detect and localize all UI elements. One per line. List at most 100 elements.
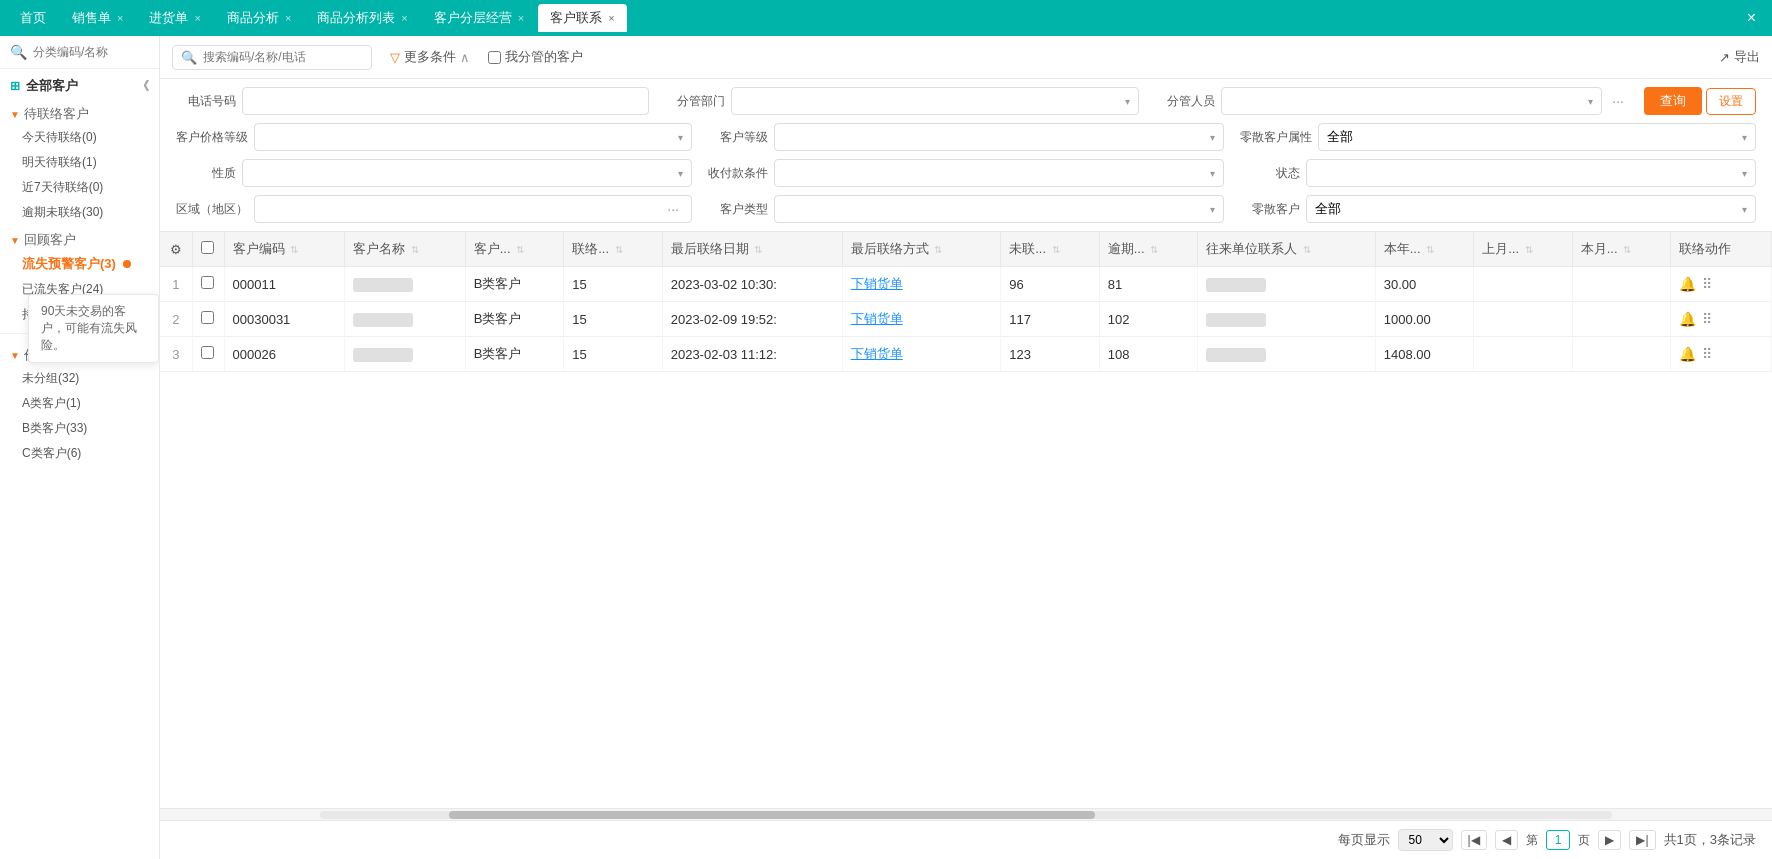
filter-sparse-select[interactable]: 全部 ▾ (1306, 195, 1756, 223)
tab-product-list[interactable]: 商品分析列表 × (305, 4, 419, 32)
th-code[interactable]: 客户编码 ⇅ (224, 232, 345, 267)
th-type[interactable]: 客户... ⇅ (465, 232, 563, 267)
last-page-btn[interactable]: ▶| (1629, 830, 1655, 850)
next-page-btn[interactable]: ▶ (1598, 830, 1621, 850)
page-label: 第 (1526, 832, 1538, 849)
th-checkbox[interactable] (192, 232, 224, 267)
cell-type: B类客户 (465, 337, 563, 372)
tab-sales-close[interactable]: × (117, 12, 123, 24)
th-last-date[interactable]: 最后联络日期 ⇅ (662, 232, 842, 267)
chevron-down-icon-8: ▾ (1742, 168, 1747, 179)
tab-product-list-close[interactable]: × (401, 12, 407, 24)
filter-status-select[interactable]: ▾ (1306, 159, 1756, 187)
more-conditions-btn[interactable]: ▽ 更多条件 ∧ (382, 44, 478, 70)
sidebar-item-c-class[interactable]: C类客户(6) (0, 441, 159, 466)
th-last-method[interactable]: 最后联络方式 ⇅ (842, 232, 1001, 267)
first-page-btn[interactable]: |◀ (1461, 830, 1487, 850)
filter-person-select[interactable]: ▾ (1221, 87, 1603, 115)
horizontal-scrollbar[interactable] (160, 808, 1772, 820)
th-contact-person[interactable]: 往来单位联系人 ⇅ (1198, 232, 1376, 267)
filter-level-select[interactable]: ▾ (774, 123, 1224, 151)
tab-product-analysis-close[interactable]: × (285, 12, 291, 24)
filter-field-sparse: 零散客户 全部 ▾ (1240, 195, 1756, 223)
select-all-checkbox[interactable] (201, 241, 214, 254)
filter-nature-select[interactable]: ▾ (242, 159, 692, 187)
triangle-icon: ▼ (10, 109, 20, 120)
cell-checkbox[interactable] (192, 337, 224, 372)
filter-sparse-attr-select[interactable]: 全部 ▾ (1318, 123, 1756, 151)
settings-button[interactable]: 设置 (1706, 88, 1756, 115)
cell-checkbox[interactable] (192, 267, 224, 302)
sidebar-item-overdue[interactable]: 逾期未联络(30) (0, 200, 159, 225)
dots-btn-region[interactable]: ··· (663, 201, 683, 217)
tab-home[interactable]: 首页 (8, 4, 58, 32)
more-actions-icon[interactable]: ⠿ (1702, 276, 1712, 292)
top-tab-bar: 首页 销售单 × 进货单 × 商品分析 × 商品分析列表 × 客户分层经营 × … (0, 0, 1772, 36)
prev-page-btn[interactable]: ◀ (1495, 830, 1518, 850)
sort-arrows-code: ⇅ (290, 244, 298, 255)
last-method-link[interactable]: 下销货单 (851, 276, 903, 291)
tab-customer-contact-close[interactable]: × (608, 12, 614, 24)
contact-icon[interactable]: 🔔 (1679, 276, 1696, 292)
last-method-link[interactable]: 下销货单 (851, 311, 903, 326)
filter-region-select[interactable]: ··· (254, 195, 692, 223)
tab-customer-contact[interactable]: 客户联系 × (538, 4, 626, 32)
sidebar-item-ungrouped[interactable]: 未分组(32) (0, 366, 159, 391)
filter-sparse-label: 零散客户 (1240, 201, 1300, 218)
sidebar-item-tomorrow[interactable]: 明天待联络(1) (0, 150, 159, 175)
my-customers-checkbox[interactable] (488, 51, 501, 64)
th-overdue[interactable]: 逾期... ⇅ (1099, 232, 1197, 267)
tab-customer-layer[interactable]: 客户分层经营 × (422, 4, 536, 32)
filter-phone-input[interactable] (242, 87, 649, 115)
tab-customer-layer-close[interactable]: × (518, 12, 524, 24)
th-this-month[interactable]: 本月... ⇅ (1572, 232, 1670, 267)
th-contact-count[interactable]: 联络... ⇅ (564, 232, 662, 267)
row-checkbox[interactable] (201, 311, 214, 324)
th-uncontacted[interactable]: 未联... ⇅ (1001, 232, 1099, 267)
th-this-year[interactable]: 本年... ⇅ (1375, 232, 1473, 267)
dots-btn-person[interactable]: ··· (1608, 93, 1628, 109)
filter-payment-select[interactable]: ▾ (774, 159, 1224, 187)
content-area: 🔍 ▽ 更多条件 ∧ 我分管的客户 ↗ 导出 电话号码 (160, 36, 1772, 859)
last-method-link[interactable]: 下销货单 (851, 346, 903, 361)
sidebar-item-7days[interactable]: 近7天待联络(0) (0, 175, 159, 200)
more-conditions-label: 更多条件 (404, 48, 456, 66)
window-close-button[interactable]: × (1739, 5, 1764, 31)
main-layout: 🔍 ⊞ 全部客户 《 ▼ 待联络客户 今天待联络(0) 明天待联络(1) 近7天… (0, 36, 1772, 859)
contact-icon[interactable]: 🔔 (1679, 311, 1696, 327)
chevron-down-icon: ▾ (1125, 96, 1130, 107)
sidebar-search-input[interactable] (33, 45, 160, 59)
cell-checkbox[interactable] (192, 302, 224, 337)
tab-purchase[interactable]: 进货单 × (137, 4, 212, 32)
tab-product-analysis[interactable]: 商品分析 × (215, 4, 303, 32)
row-checkbox[interactable] (201, 346, 214, 359)
filter-price-level-select[interactable]: ▾ (254, 123, 692, 151)
contact-icon[interactable]: 🔔 (1679, 346, 1696, 362)
tab-purchase-close[interactable]: × (194, 12, 200, 24)
filter-customer-type-select[interactable]: ▾ (774, 195, 1224, 223)
tab-sales[interactable]: 销售单 × (60, 4, 135, 32)
cell-last-method: 下销货单 (842, 302, 1001, 337)
customer-name-blurred (353, 278, 413, 292)
filter-field-phone: 电话号码 (176, 87, 649, 115)
main-search-input[interactable] (203, 50, 363, 64)
export-btn[interactable]: ↗ 导出 (1719, 48, 1760, 66)
more-actions-icon[interactable]: ⠿ (1702, 346, 1712, 362)
filter-dept-select[interactable]: ▾ (731, 87, 1138, 115)
my-customers-checkbox-label[interactable]: 我分管的客户 (488, 48, 583, 66)
th-name[interactable]: 客户名称 ⇅ (345, 232, 466, 267)
customer-table: ⚙ 客户编码 ⇅ 客户名称 ⇅ 客户... ⇅ 联络... ⇅ 最后联络日期 ⇅… (160, 232, 1772, 372)
sidebar-root-label-wrap[interactable]: ⊞ 全部客户 (10, 77, 78, 95)
sidebar-item-churn-warning[interactable]: 流失预警客户(3) (0, 251, 159, 277)
sidebar-item-b-class[interactable]: B类客户(33) (0, 416, 159, 441)
more-actions-icon[interactable]: ⠿ (1702, 311, 1712, 327)
th-settings[interactable]: ⚙ (160, 232, 192, 267)
collapse-icon[interactable]: 《 (137, 78, 149, 95)
sidebar-item-today[interactable]: 今天待联络(0) (0, 125, 159, 150)
per-page-select[interactable]: 50 100 (1398, 829, 1453, 851)
th-last-month[interactable]: 上月... ⇅ (1474, 232, 1572, 267)
query-button[interactable]: 查询 (1644, 87, 1702, 115)
sidebar-item-a-class[interactable]: A类客户(1) (0, 391, 159, 416)
row-checkbox[interactable] (201, 276, 214, 289)
contact-person-blurred (1206, 313, 1266, 327)
